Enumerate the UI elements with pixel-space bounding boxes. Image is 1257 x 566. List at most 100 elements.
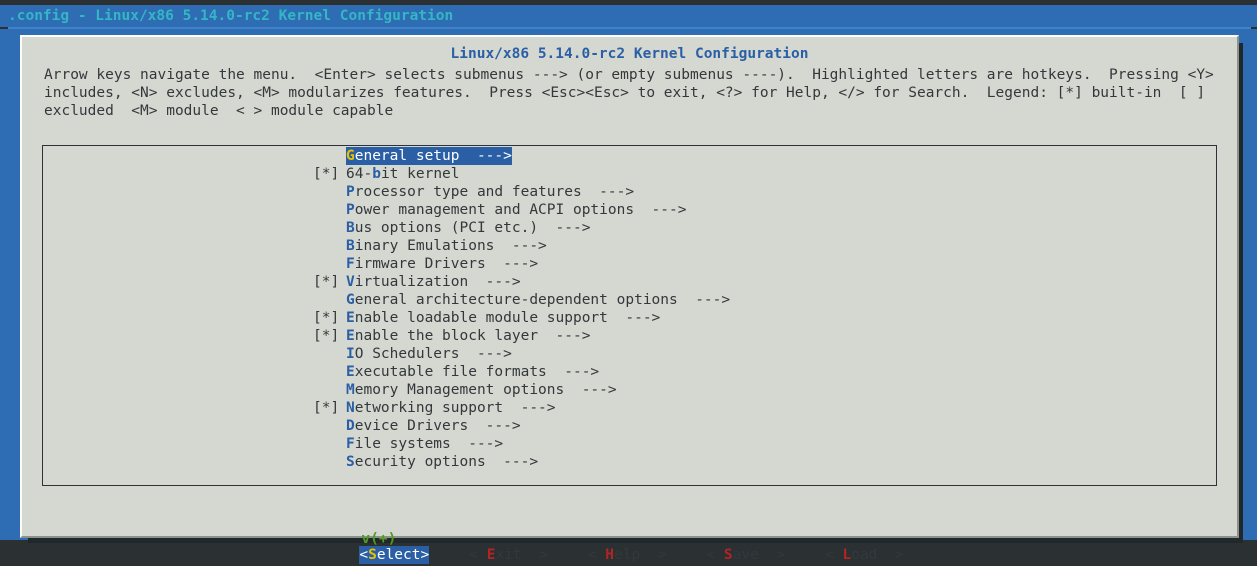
menu-item-label: 64-bit kernel <box>346 165 460 183</box>
menu-item-label: Firmware Drivers ---> <box>346 255 538 273</box>
menu-item-indent <box>22 165 313 183</box>
button-hotkey: S <box>368 547 377 563</box>
menu-item-label: Executable file formats ---> <box>346 363 599 381</box>
menu-item[interactable]: IO Schedulers ---> <box>22 345 1241 363</box>
menu-item-label: IO Schedulers ---> <box>346 345 512 363</box>
terminal-title-bar: .config - Linux/x86 5.14.0-rc2 Kernel Co… <box>0 5 1257 27</box>
button-load[interactable]: < Load > <box>825 546 904 564</box>
button-save[interactable]: < Save > <box>706 546 785 564</box>
menu-item-hotkey: F <box>346 256 355 272</box>
menu-item-label-text: xecutable file formats ---> <box>354 364 600 380</box>
menu-item-indent <box>22 201 313 219</box>
menu-item-hotkey: B <box>346 238 355 254</box>
menu-item-checkbox[interactable]: [*] <box>313 309 346 327</box>
menu-item[interactable]: Power management and ACPI options ---> <box>22 201 1241 219</box>
menu-item[interactable]: Firmware Drivers ---> <box>22 255 1241 273</box>
menu-item-checkbox[interactable]: [*] <box>313 273 346 291</box>
menu-item[interactable]: [*] Virtualization ---> <box>22 273 1241 291</box>
menu-item-indent <box>22 453 313 471</box>
menu-item[interactable]: Bus options (PCI etc.) ---> <box>22 219 1241 237</box>
menu-item-hotkey: M <box>346 382 355 398</box>
menu-item-hotkey: V <box>346 274 355 290</box>
menu-item-label: Device Drivers ---> <box>346 417 521 435</box>
menu-item-label-text: evice Drivers ---> <box>354 418 521 434</box>
button-bracket-left: < <box>359 547 369 563</box>
menu-item-checkbox[interactable]: [*] <box>313 327 346 345</box>
menu-item-label-text: irmware Drivers ---> <box>354 256 539 272</box>
menu-item-checkbox[interactable] <box>313 453 346 471</box>
menu-item-checkbox[interactable] <box>313 381 346 399</box>
menu-item-checkbox[interactable] <box>313 417 346 435</box>
menu-item[interactable]: File systems ---> <box>22 435 1241 453</box>
terminal-screen: .config - Linux/x86 5.14.0-rc2 Kernel Co… <box>0 0 1257 564</box>
button-help[interactable]: < Help > <box>588 546 667 564</box>
menu-item-label: File systems ---> <box>346 435 503 453</box>
menu-item[interactable]: Executable file formats ---> <box>22 363 1241 381</box>
menu-item-checkbox[interactable] <box>313 147 346 165</box>
menu-item[interactable]: Binary Emulations ---> <box>22 237 1241 255</box>
menu-item-checkbox[interactable] <box>313 219 346 237</box>
menu-item-hotkey: P <box>346 202 355 218</box>
menu-item-checkbox[interactable] <box>313 363 346 381</box>
menu-item-checkbox[interactable]: [*] <box>313 399 346 417</box>
menu-item-indent <box>22 219 313 237</box>
button-exit[interactable]: < Exit > <box>469 546 548 564</box>
button-bracket-left: < <box>706 547 724 563</box>
menu-item-label-text: inary Emulations ---> <box>354 238 547 254</box>
menu-item-indent <box>22 399 313 417</box>
button-select[interactable]: <Select> <box>359 546 430 564</box>
menu-item-hotkey: N <box>346 400 355 416</box>
menu-item-checkbox[interactable] <box>313 201 346 219</box>
menu-item[interactable]: General setup ---> <box>22 147 1241 165</box>
menu-item[interactable]: Processor type and features ---> <box>22 183 1241 201</box>
menu-item-checkbox[interactable]: [*] <box>313 165 346 183</box>
menu-item-label: Enable the block layer ---> <box>346 327 590 345</box>
menu-item-hotkey: P <box>346 184 355 200</box>
menu-item-label: Power management and ACPI options ---> <box>346 201 686 219</box>
menu-item[interactable]: Device Drivers ---> <box>22 417 1241 435</box>
button-label-text: ave > <box>732 547 786 563</box>
menu-item-hotkey: G <box>346 148 355 164</box>
menu-item-indent <box>22 381 313 399</box>
menu-item-checkbox[interactable] <box>313 435 346 453</box>
menu-item-hotkey: D <box>346 418 355 434</box>
menu-list[interactable]: General setup ---> [*] 64-bit kernel Proce… <box>22 147 1241 471</box>
button-label-text: elp > <box>614 547 667 563</box>
menu-item-label: Binary Emulations ---> <box>346 237 547 255</box>
menu-item[interactable]: Memory Management options ---> <box>22 381 1241 399</box>
dialog-help-text: Arrow keys navigate the menu. <Enter> se… <box>44 67 1223 119</box>
button-bar[interactable]: <Select> < Exit > < Help > < Save > < Load > <box>22 546 1241 564</box>
menu-item-label-text: rocessor type and features ---> <box>354 184 635 200</box>
menu-item-hotkey: b <box>372 166 381 182</box>
scroll-indicator-text: v(+) <box>361 531 397 547</box>
menu-item[interactable]: Security options ---> <box>22 453 1241 471</box>
menu-item-checkbox[interactable] <box>313 237 346 255</box>
menu-item-indent <box>22 417 313 435</box>
menu-item-label-text: nable the block layer ---> <box>354 328 591 344</box>
menu-item-indent <box>22 273 313 291</box>
menu-item-label-text: O Schedulers ---> <box>354 346 512 362</box>
menu-item-hotkey: I <box>346 346 355 362</box>
menu-item-indent <box>22 183 313 201</box>
menu-item-checkbox[interactable] <box>313 345 346 363</box>
button-bracket-left: < <box>587 547 606 563</box>
button-hotkey: H <box>605 547 615 563</box>
menu-item-checkbox[interactable] <box>313 255 346 273</box>
menu-item[interactable]: [*] Networking support ---> <box>22 399 1241 417</box>
menu-item-checkbox[interactable] <box>313 291 346 309</box>
menu-item-checkbox[interactable] <box>313 183 346 201</box>
menu-item-label: General architecture-dependent options -… <box>346 291 730 309</box>
menu-item[interactable]: [*] Enable the block layer ---> <box>22 327 1241 345</box>
button-label-text: elect> <box>376 547 430 563</box>
menu-item[interactable]: General architecture-dependent options -… <box>22 291 1241 309</box>
menu-item-label-text: ecurity options ---> <box>354 454 539 470</box>
menu-item-label-text: etworking support ---> <box>354 400 556 416</box>
menu-item-indent <box>22 291 313 309</box>
menu-item[interactable]: [*] 64-bit kernel <box>22 165 1241 183</box>
menu-item-label: Bus options (PCI etc.) ---> <box>346 219 590 237</box>
menu-item-hotkey: E <box>346 328 355 344</box>
menu-item-label: Processor type and features ---> <box>346 183 634 201</box>
menu-item-indent <box>22 147 313 165</box>
menu-item[interactable]: [*] Enable loadable module support ---> <box>22 309 1241 327</box>
menu-item-indent <box>22 435 313 453</box>
